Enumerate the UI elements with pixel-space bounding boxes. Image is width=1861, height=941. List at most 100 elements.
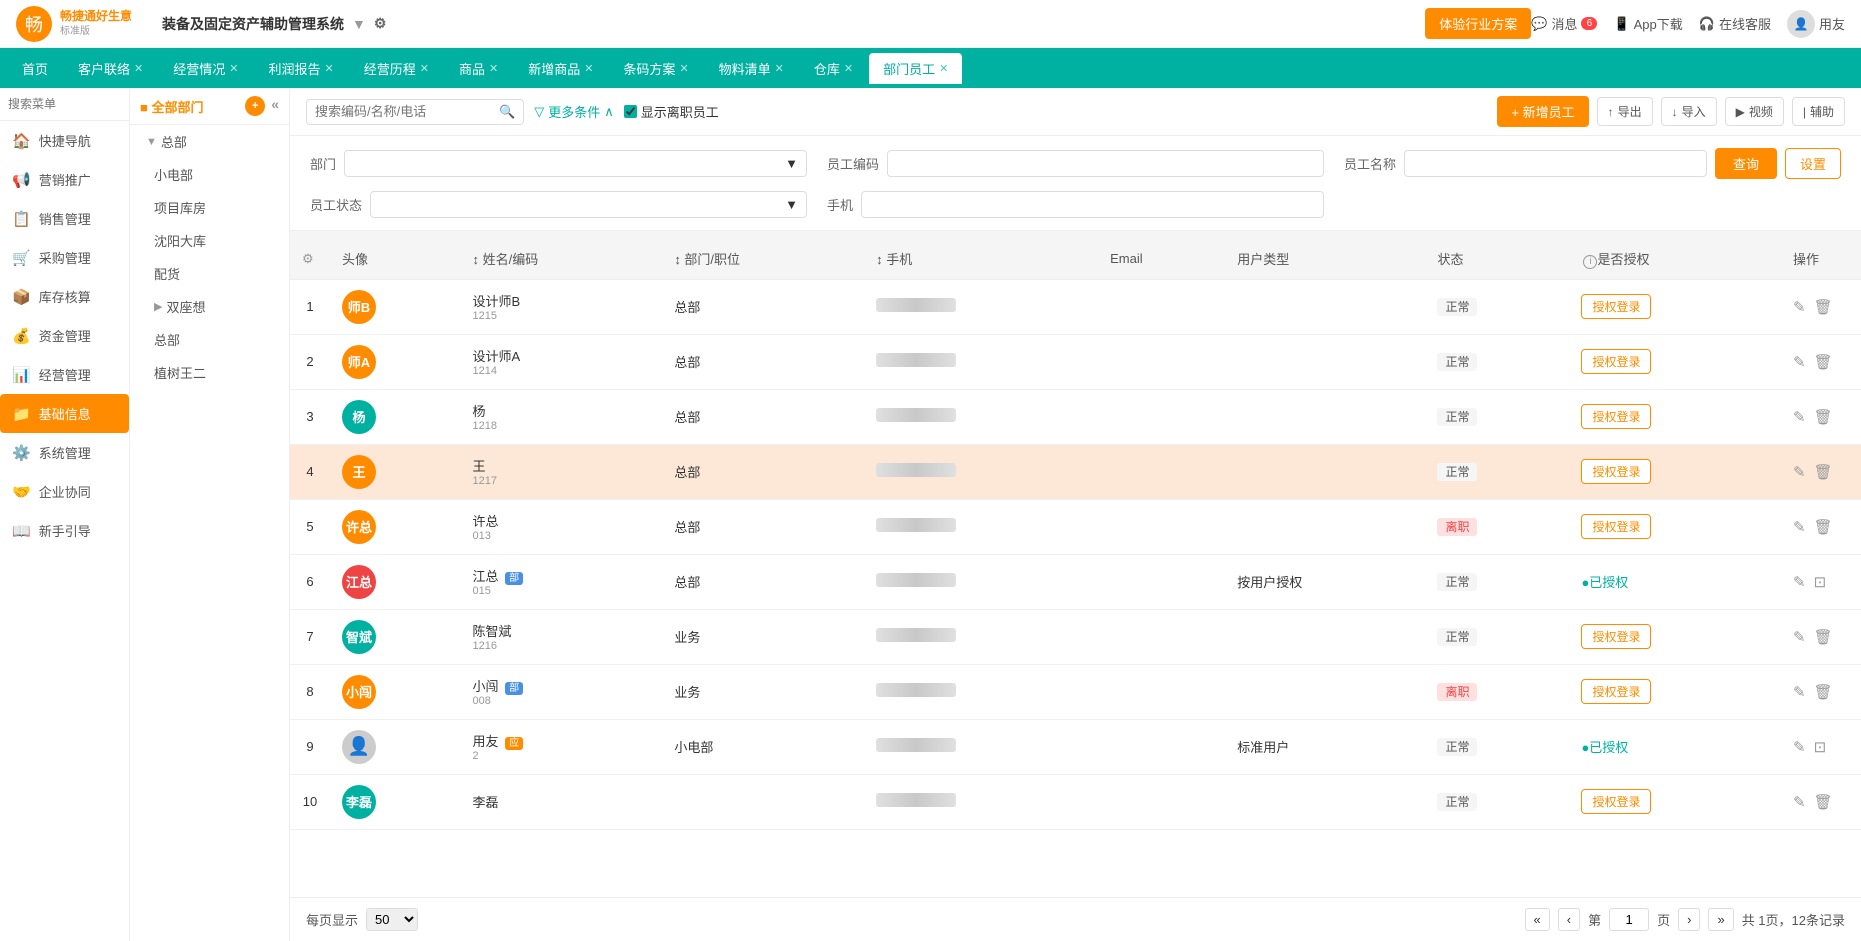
sidebar-item-finance[interactable]: 💰 资金管理 (0, 316, 129, 355)
filter-phone-input[interactable] (861, 191, 1324, 218)
col-dept[interactable]: ↕ 部门/职位 (662, 239, 864, 279)
tab-goods[interactable]: 商品 ✕ (445, 53, 512, 84)
search-input[interactable] (315, 104, 495, 119)
sidebar-item-purchase[interactable]: 🛒 采购管理 (0, 238, 129, 277)
delete-icon[interactable]: 🗑 (1814, 518, 1833, 536)
query-button[interactable]: 查询 (1715, 148, 1777, 179)
tab-operation[interactable]: 经营情况 ✕ (159, 53, 252, 84)
col-name[interactable]: ↕ 姓名/编码 (460, 239, 662, 279)
filter-name-input[interactable] (1404, 150, 1707, 177)
tab-close-icon[interactable]: ✕ (844, 62, 853, 75)
sidebar-item-guide[interactable]: 📖 新手引导 (0, 511, 129, 550)
last-page-btn[interactable]: » (1708, 908, 1733, 931)
tab-close-icon[interactable]: ✕ (325, 62, 334, 75)
tab-warehouse[interactable]: 仓库 ✕ (800, 53, 867, 84)
tab-employees[interactable]: 部门员工 ✕ (869, 53, 962, 84)
authorize-button[interactable]: 授权登录 (1581, 294, 1651, 319)
tab-barcode[interactable]: 条码方案 ✕ (609, 53, 702, 84)
tab-close-icon[interactable]: ✕ (229, 62, 238, 75)
col-settings-icon[interactable]: ⚙ (302, 251, 314, 266)
dept-add-icon[interactable]: + (245, 96, 265, 116)
sidebar-item-sales[interactable]: 📋 销售管理 (0, 199, 129, 238)
sidebar-item-collab[interactable]: 🤝 企业协同 (0, 472, 129, 511)
delete-icon[interactable]: 🗑 (1814, 683, 1833, 701)
dept-item-zongbu-root[interactable]: ▼ 总部 (130, 125, 289, 158)
export-button[interactable]: ↑ 导出 (1597, 97, 1653, 126)
tab-close-icon[interactable]: ✕ (939, 62, 948, 75)
settings-button[interactable]: 设置 (1785, 148, 1841, 179)
filter-dept-select[interactable]: ▼ (344, 150, 807, 177)
edit-icon[interactable]: ✎ (1793, 628, 1806, 646)
view-button[interactable]: ▶ 视频 (1725, 97, 1784, 126)
page-input[interactable] (1609, 908, 1649, 931)
dept-item-zhishu[interactable]: 植树王二 (130, 356, 289, 389)
show-resigned-checkbox[interactable] (624, 105, 637, 118)
edit-icon[interactable]: ✎ (1793, 463, 1806, 481)
import-button[interactable]: ↓ 导入 (1661, 97, 1717, 126)
tab-close-icon[interactable]: ✕ (420, 62, 429, 75)
authorize-button[interactable]: 授权登录 (1581, 459, 1651, 484)
delete-icon[interactable]: 🗑 (1814, 628, 1833, 646)
gear-icon[interactable]: ⚙ (374, 15, 387, 32)
sidebar-item-basic[interactable]: 📁 基础信息 (0, 394, 129, 433)
dept-collapse-btn[interactable]: « (271, 96, 279, 116)
more-filter-btn[interactable]: ▽ 更多条件 ∧ (534, 102, 614, 121)
authorize-button[interactable]: 授权登录 (1581, 404, 1651, 429)
tab-bom[interactable]: 物料清单 ✕ (705, 53, 798, 84)
first-page-btn[interactable]: « (1525, 908, 1550, 931)
online-support-btn[interactable]: 🎧 在线客服 (1699, 14, 1771, 33)
tab-close-icon[interactable]: ✕ (134, 62, 143, 75)
sidebar-search-input[interactable] (8, 97, 130, 111)
dropdown-arrow[interactable]: ▼ (352, 16, 366, 32)
tab-close-icon[interactable]: ✕ (584, 62, 593, 75)
tab-close-icon[interactable]: ✕ (679, 62, 688, 75)
tab-close-icon[interactable]: ✕ (775, 62, 784, 75)
more-button[interactable]: | 辅助 (1792, 97, 1845, 126)
edit-icon[interactable]: ✎ (1793, 683, 1806, 701)
edit-icon[interactable]: ✎ (1793, 353, 1806, 371)
edit-icon[interactable]: ✎ (1793, 518, 1806, 536)
dept-item-project[interactable]: 项目库房 (130, 191, 289, 224)
next-page-btn[interactable]: › (1678, 908, 1700, 931)
delete-icon[interactable]: 🗑 (1814, 298, 1833, 316)
add-employee-button[interactable]: + 新增员工 (1497, 96, 1588, 127)
edit-icon[interactable]: ✎ (1793, 793, 1806, 811)
filter-status-select[interactable]: ▼ (370, 191, 807, 218)
dept-item-xiaodibu[interactable]: 小电部 (130, 158, 289, 191)
sidebar-item-system[interactable]: ⚙️ 系统管理 (0, 433, 129, 472)
filter-code-input[interactable] (887, 150, 1324, 177)
per-page-select[interactable]: 50 100 200 (366, 908, 418, 931)
edit-icon[interactable]: ✎ (1793, 408, 1806, 426)
delete-icon[interactable]: 🗑 (1814, 353, 1833, 371)
delete-icon[interactable]: 🗑 (1814, 463, 1833, 481)
user-avatar-btn[interactable]: 👤 用友 (1787, 10, 1845, 38)
dept-item-shuangzuo[interactable]: ▶ 双座想 (130, 290, 289, 323)
authorize-button[interactable]: 授权登录 (1581, 789, 1651, 814)
authorize-button[interactable]: 授权登录 (1581, 624, 1651, 649)
tab-close-icon[interactable]: ✕ (489, 62, 498, 75)
tab-customer[interactable]: 客户联络 ✕ (64, 53, 157, 84)
authorize-button[interactable]: 授权登录 (1581, 514, 1651, 539)
col-settings[interactable]: ⚙ (290, 239, 330, 279)
delete-icon[interactable]: 🗑 (1814, 793, 1833, 811)
sidebar-item-business[interactable]: 📊 经营管理 (0, 355, 129, 394)
tab-profit[interactable]: 利润报告 ✕ (254, 53, 347, 84)
edit-icon[interactable]: ✎ (1793, 738, 1806, 756)
sidebar-item-marketing[interactable]: 📢 营销推广 (0, 160, 129, 199)
delete-icon[interactable]: 🗑 (1814, 408, 1833, 426)
message-btn[interactable]: 💬 消息 6 (1531, 14, 1597, 33)
authorize-button[interactable]: 授权登录 (1581, 349, 1651, 374)
edit-icon[interactable]: ✎ (1793, 573, 1806, 591)
prev-page-btn[interactable]: ‹ (1558, 908, 1580, 931)
sidebar-item-shortcut[interactable]: 🏠 快捷导航 (0, 121, 129, 160)
authorize-button[interactable]: 授权登录 (1581, 679, 1651, 704)
dept-item-peihuo[interactable]: 配货 (130, 257, 289, 290)
tab-history[interactable]: 经营历程 ✕ (350, 53, 443, 84)
copy-icon[interactable]: ⊡ (1814, 573, 1827, 591)
edit-icon[interactable]: ✎ (1793, 298, 1806, 316)
dept-item-zongbu[interactable]: 总部 (130, 323, 289, 356)
tab-home[interactable]: 首页 (8, 53, 62, 84)
tab-add-goods[interactable]: 新增商品 ✕ (514, 53, 607, 84)
dept-item-shenyang[interactable]: 沈阳大库 (130, 224, 289, 257)
sidebar-item-inventory[interactable]: 📦 库存核算 (0, 277, 129, 316)
